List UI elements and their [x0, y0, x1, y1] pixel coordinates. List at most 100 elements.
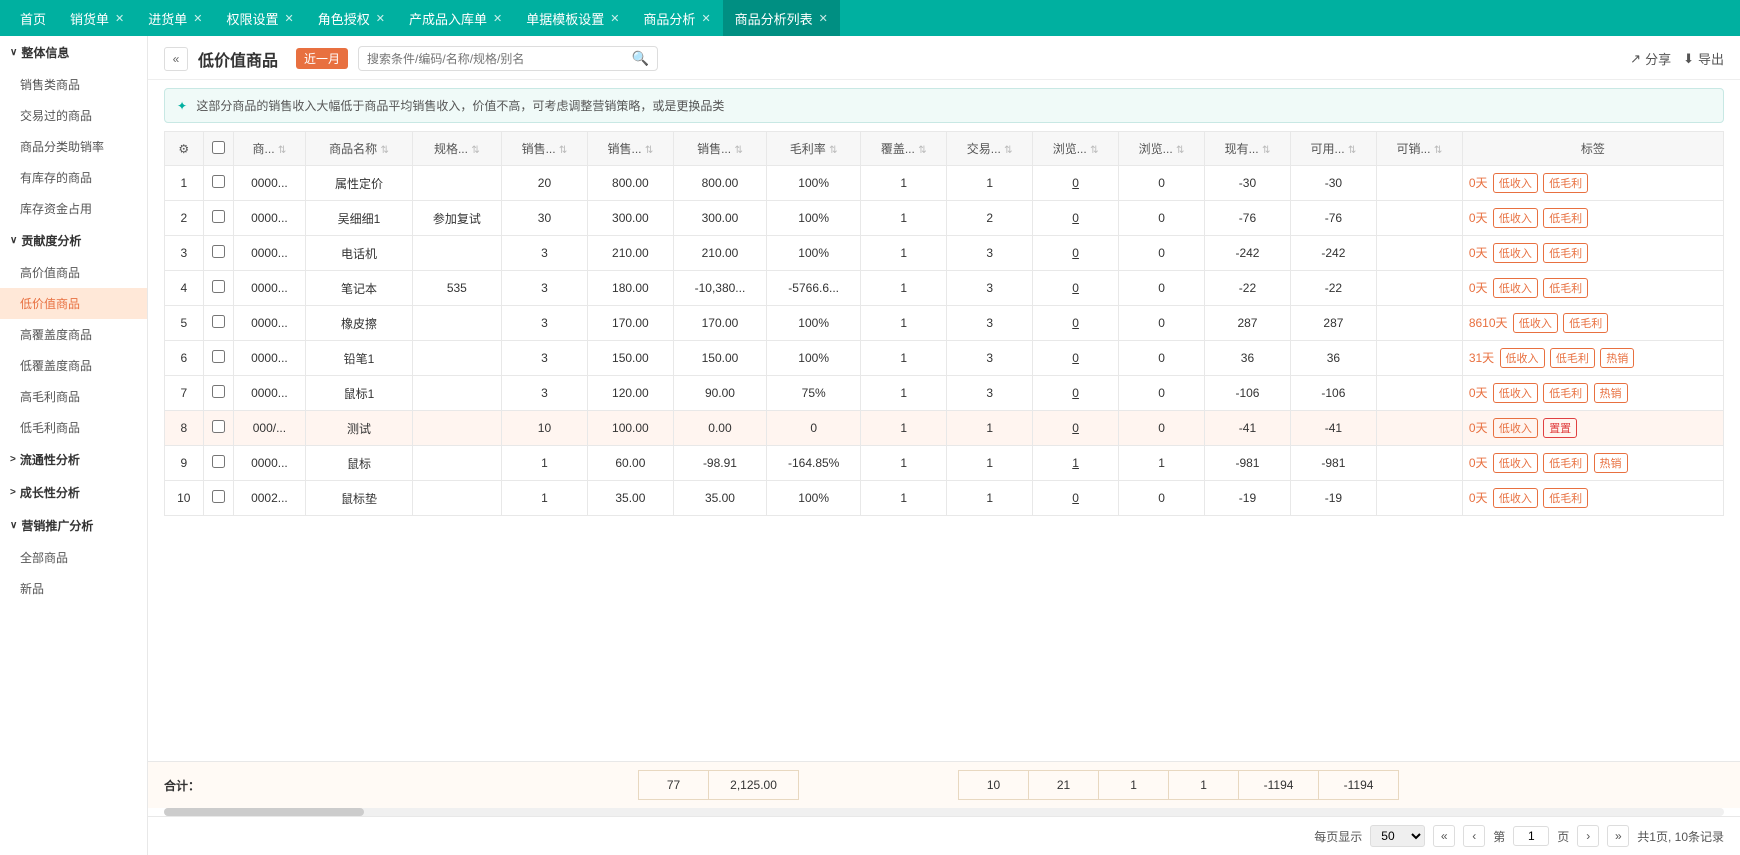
row-gross-rate: 100% — [767, 201, 861, 236]
row-tags: 0天 低收入 低毛利 — [1462, 236, 1723, 271]
browse-link[interactable]: 0 — [1072, 176, 1079, 190]
sidebar-group-overall[interactable]: ∨ 整体信息 — [0, 36, 147, 69]
browse-link[interactable]: 0 — [1072, 246, 1079, 260]
row-checkbox-cell[interactable] — [203, 236, 233, 271]
row-checkbox[interactable] — [212, 350, 225, 363]
sidebar-item-category-rate[interactable]: 商品分类助销率 — [0, 131, 147, 162]
close-icon[interactable]: ✕ — [115, 12, 124, 25]
row-checkbox-cell[interactable] — [203, 201, 233, 236]
chevron-down-icon: ∨ — [10, 235, 17, 246]
row-days — [1376, 376, 1462, 411]
close-icon[interactable]: ✕ — [493, 12, 502, 25]
row-checkbox-cell[interactable] — [203, 166, 233, 201]
row-checkbox[interactable] — [212, 210, 225, 223]
next-page-btn[interactable]: › — [1577, 825, 1599, 847]
row-checkbox-cell[interactable] — [203, 376, 233, 411]
collapse-sidebar-btn[interactable]: « — [164, 47, 188, 71]
sidebar-item-new-products[interactable]: 新品 — [0, 573, 147, 604]
close-icon[interactable]: ✕ — [376, 12, 385, 25]
row-gross-rate: -5766.6... — [767, 271, 861, 306]
total-transaction: 21 — [1029, 771, 1099, 800]
data-table-container[interactable]: ⚙ 商... ⇅ 商品名称 ⇅ 规格... ⇅ 销售... ⇅ 销售... ⇅ … — [148, 131, 1740, 761]
nav-product-inbound[interactable]: 产成品入库单 ✕ — [397, 0, 514, 36]
nav-template[interactable]: 单据模板设置 ✕ — [514, 0, 631, 36]
nav-product-analysis[interactable]: 商品分析 ✕ — [631, 0, 722, 36]
row-browse1: 0 — [1033, 376, 1119, 411]
sidebar-group-growth[interactable]: > 成长性分析 — [0, 476, 147, 509]
close-icon[interactable]: ✕ — [610, 12, 619, 25]
last-page-btn[interactable]: » — [1607, 825, 1629, 847]
search-icon[interactable]: 🔍 — [632, 50, 649, 67]
nav-home[interactable]: 首页 — [8, 0, 58, 36]
row-sale-amount: 100.00 — [587, 411, 673, 446]
row-checkbox[interactable] — [212, 385, 225, 398]
row-checkbox[interactable] — [212, 245, 225, 258]
browse-link[interactable]: 1 — [1072, 456, 1079, 470]
row-checkbox-cell[interactable] — [203, 306, 233, 341]
close-icon[interactable]: ✕ — [193, 12, 202, 25]
row-checkbox-cell[interactable] — [203, 446, 233, 481]
sidebar-group-marketing[interactable]: ∨ 营销推广分析 — [0, 509, 147, 542]
horizontal-scrollbar[interactable] — [164, 808, 1724, 816]
row-checkbox[interactable] — [212, 420, 225, 433]
browse-link[interactable]: 0 — [1072, 281, 1079, 295]
row-checkbox-cell[interactable] — [203, 481, 233, 516]
browse-link[interactable]: 0 — [1072, 386, 1079, 400]
row-checkbox-cell[interactable] — [203, 411, 233, 446]
period-button[interactable]: 近一月 — [296, 48, 348, 69]
close-icon[interactable]: ✕ — [819, 12, 828, 25]
nav-sales-order[interactable]: 销货单 ✕ — [58, 0, 136, 36]
page-number-input[interactable] — [1513, 826, 1549, 846]
close-icon[interactable]: ✕ — [285, 12, 294, 25]
browse-link[interactable]: 0 — [1072, 316, 1079, 330]
row-code: 0000... — [233, 341, 306, 376]
browse-link[interactable]: 0 — [1072, 421, 1079, 435]
sidebar-item-low-coverage[interactable]: 低覆盖度商品 — [0, 350, 147, 381]
browse-link[interactable]: 0 — [1072, 491, 1079, 505]
row-browse1: 0 — [1033, 201, 1119, 236]
row-current-stock: 287 — [1205, 306, 1291, 341]
row-checkbox[interactable] — [212, 280, 225, 293]
sidebar-item-all-products[interactable]: 全部商品 — [0, 542, 147, 573]
first-page-btn[interactable]: « — [1433, 825, 1455, 847]
scrollbar-thumb[interactable] — [164, 808, 364, 816]
nav-role-auth[interactable]: 角色授权 ✕ — [306, 0, 397, 36]
col-sale-profit: 销售... ⇅ — [673, 132, 766, 166]
sidebar-item-high-value[interactable]: 高价值商品 — [0, 257, 147, 288]
sidebar-group-contribution[interactable]: ∨ 贡献度分析 — [0, 224, 147, 257]
row-checkbox[interactable] — [212, 455, 225, 468]
browse-link[interactable]: 0 — [1072, 351, 1079, 365]
sidebar-item-sales-products[interactable]: 销售类商品 — [0, 69, 147, 100]
close-icon[interactable]: ✕ — [701, 12, 710, 25]
per-page-select[interactable]: 50 100 200 — [1370, 825, 1425, 847]
days-tag: 0天 — [1469, 491, 1488, 505]
prev-page-btn[interactable]: ‹ — [1463, 825, 1485, 847]
sidebar-item-high-coverage[interactable]: 高覆盖度商品 — [0, 319, 147, 350]
col-settings[interactable]: ⚙ — [165, 132, 204, 166]
row-checkbox[interactable] — [212, 175, 225, 188]
row-checkbox-cell[interactable] — [203, 341, 233, 376]
pagination-bar: 每页显示 50 100 200 « ‹ 第 页 › » 共1页, 10条记录 — [148, 816, 1740, 855]
select-all-checkbox[interactable] — [212, 141, 225, 154]
sidebar-item-stock-products[interactable]: 有库存的商品 — [0, 162, 147, 193]
row-code: 000/... — [233, 411, 306, 446]
row-checkbox-cell[interactable] — [203, 271, 233, 306]
sidebar-item-high-margin[interactable]: 高毛利商品 — [0, 381, 147, 412]
row-browse2: 0 — [1119, 271, 1205, 306]
row-checkbox[interactable] — [212, 490, 225, 503]
row-coverage: 1 — [861, 481, 947, 516]
nav-product-analysis-list[interactable]: 商品分析列表 ✕ — [723, 0, 840, 36]
sidebar-item-low-value[interactable]: 低价值商品 — [0, 288, 147, 319]
nav-permission[interactable]: 权限设置 ✕ — [214, 0, 305, 36]
sidebar-item-traded-products[interactable]: 交易过的商品 — [0, 100, 147, 131]
export-button[interactable]: ⬇ 导出 — [1683, 49, 1724, 68]
row-checkbox[interactable] — [212, 315, 225, 328]
share-button[interactable]: ↗ 分享 — [1630, 49, 1671, 68]
sidebar-item-low-margin[interactable]: 低毛利商品 — [0, 412, 147, 443]
sidebar-item-stock-capital[interactable]: 库存资金占用 — [0, 193, 147, 224]
sidebar-group-circulation[interactable]: > 流通性分析 — [0, 443, 147, 476]
nav-purchase-order[interactable]: 进货单 ✕ — [136, 0, 214, 36]
col-checkbox[interactable] — [203, 132, 233, 166]
search-input[interactable] — [367, 52, 632, 66]
browse-link[interactable]: 0 — [1072, 211, 1079, 225]
